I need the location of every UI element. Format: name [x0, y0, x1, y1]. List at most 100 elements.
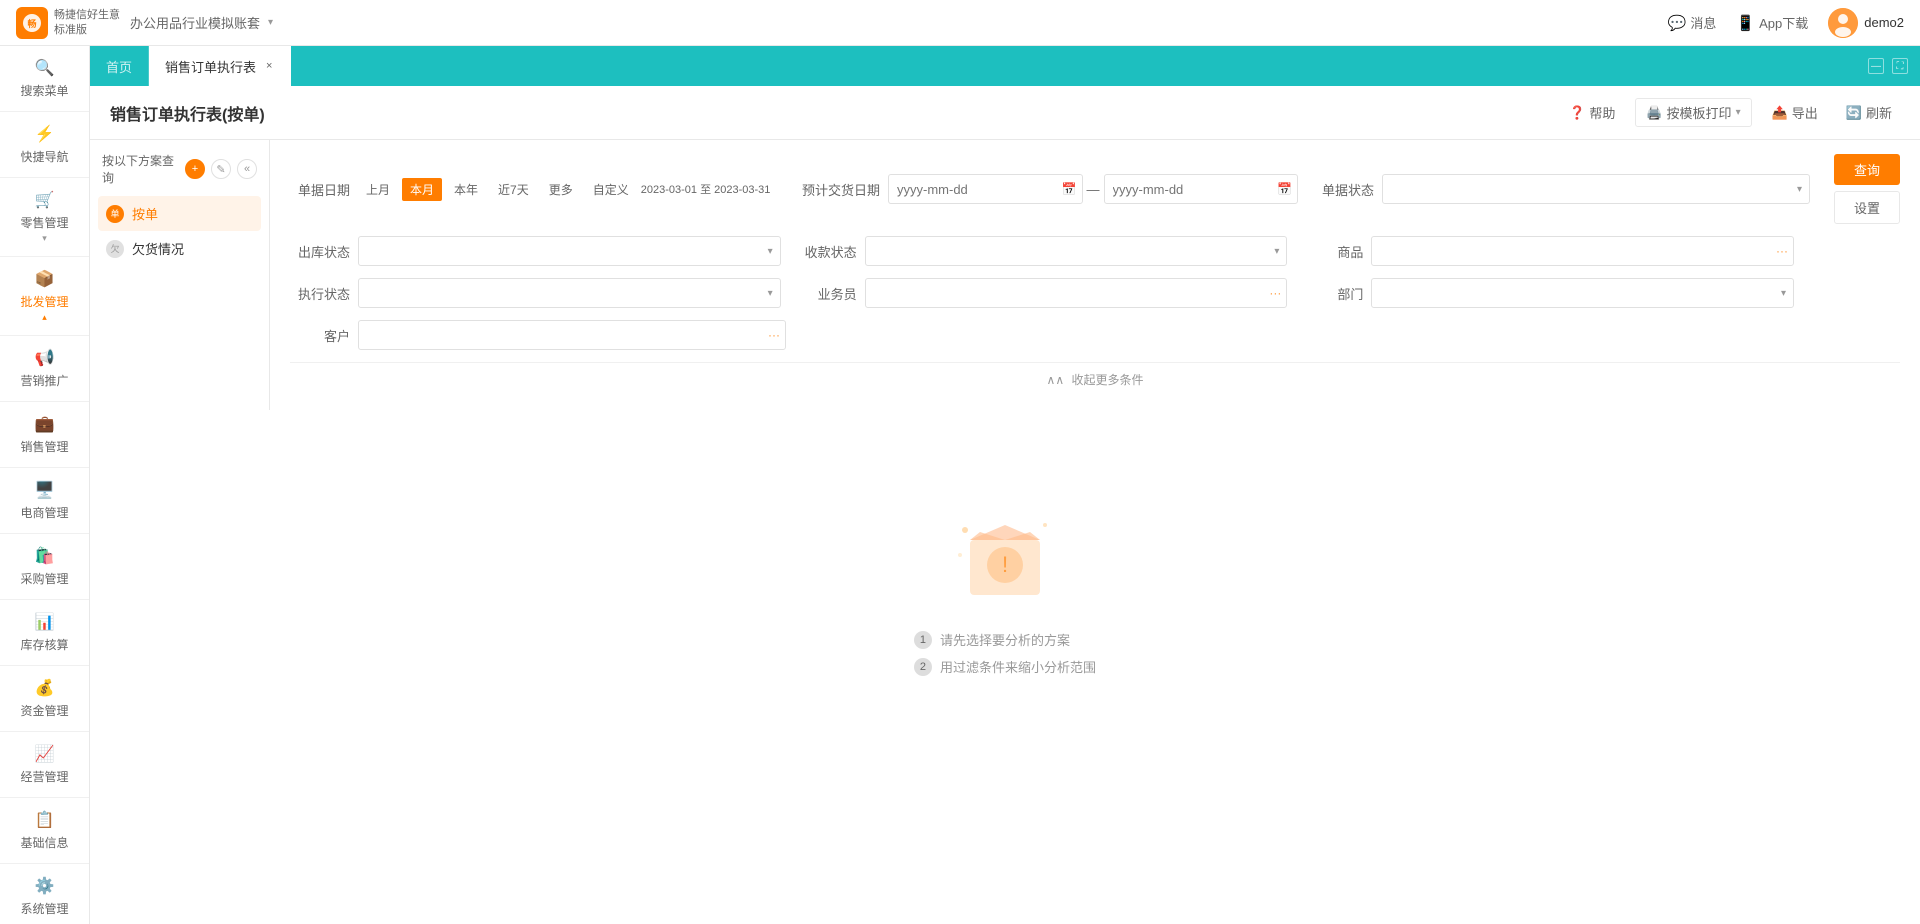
collapse-icon: ∧∧ — [1047, 373, 1065, 387]
nav-item-backorder[interactable]: 欠 欠货情况 — [98, 231, 261, 266]
nav-item-backorder-icon: 欠 — [106, 240, 124, 258]
svg-text:畅: 畅 — [27, 18, 36, 29]
sidebar-item-wholesale[interactable]: 📦 批发管理 ▴ — [0, 257, 89, 336]
app-download-button[interactable]: 📱 App下载 — [1736, 13, 1808, 32]
salesperson-field: 业务员 ··· — [797, 278, 1288, 308]
help-icon: ❓ — [1569, 105, 1585, 121]
refresh-icon: 🔄 — [1846, 105, 1862, 121]
user-name: demo2 — [1864, 15, 1904, 30]
sidebar-item-finance[interactable]: 💰 资金管理 — [0, 666, 89, 732]
sidebar-item-retail[interactable]: 🛒 零售管理 ▾ — [0, 178, 89, 257]
customer-input[interactable] — [358, 320, 786, 350]
sidebar-item-operations[interactable]: 📈 经营管理 — [0, 732, 89, 798]
collection-select[interactable] — [865, 236, 1288, 266]
filter-left-header: 按以下方案查询 + ✎ « — [98, 152, 261, 186]
dept-select[interactable] — [1371, 278, 1794, 308]
tab-spacer — [291, 46, 1856, 86]
tab-home[interactable]: 首页 — [90, 46, 149, 86]
sidebar-item-search[interactable]: 🔍 搜索菜单 — [0, 46, 89, 112]
tab-close-icon[interactable]: × — [264, 58, 274, 74]
customer-more-icon[interactable]: ··· — [768, 328, 780, 342]
export-button[interactable]: 📤 导出 — [1764, 99, 1826, 126]
sidebar-item-inventory[interactable]: 📊 库存核算 — [0, 600, 89, 666]
page-title: 销售订单执行表(按单) — [110, 101, 265, 125]
date-quick-buttons: 上月 本月 本年 近7天 更多 自定义 — [358, 178, 637, 201]
page-content: 销售订单执行表(按单) ❓ 帮助 🖨️ 按模板打印 ▾ 📤 — [90, 86, 1920, 924]
goods-input[interactable] — [1371, 236, 1794, 266]
out-stock-select[interactable] — [358, 236, 781, 266]
customer-field: 客户 ··· — [290, 320, 786, 350]
date-btn-more[interactable]: 更多 — [541, 178, 581, 201]
tab-sales-order[interactable]: 销售订单执行表 × — [149, 46, 291, 86]
add-scheme-button[interactable]: + — [185, 159, 205, 179]
date-btn-last-month[interactable]: 上月 — [358, 178, 398, 201]
filter-left-title: 按以下方案查询 — [102, 152, 185, 186]
logo-area: 畅 畅捷信好生意 标准版 — [16, 7, 120, 39]
goods-more-icon[interactable]: ··· — [1776, 244, 1788, 258]
date-label: 单据日期 — [290, 180, 350, 199]
logo-icon: 畅 — [16, 7, 48, 39]
sidebar-item-sales[interactable]: 💼 销售管理 — [0, 402, 89, 468]
sidebar-item-purchase[interactable]: 🛍️ 采购管理 — [0, 534, 89, 600]
empty-tip-2: 2 用过滤条件来缩小分析范围 — [914, 657, 1096, 676]
tab-bar: 首页 销售订单执行表 × — ⛶ — [90, 46, 1920, 86]
sidebar-item-ecommerce[interactable]: 🖥️ 电商管理 — [0, 468, 89, 534]
collapse-bar[interactable]: ∧∧ 收起更多条件 — [290, 362, 1900, 396]
out-stock-select-wrap: ▾ — [358, 236, 781, 266]
filter-panel-inner: 按以下方案查询 + ✎ « — [90, 140, 1920, 410]
expected-date-field: 预计交货日期 📅 — — [802, 174, 1298, 204]
date-start-wrap: 📅 — [888, 174, 1083, 204]
sidebar-item-basic-info[interactable]: 📋 基础信息 — [0, 798, 89, 864]
sales-icon: 💼 — [35, 414, 55, 434]
date-start-input[interactable] — [888, 174, 1083, 204]
user-avatar-area[interactable]: demo2 — [1828, 8, 1904, 38]
header-left: 畅 畅捷信好生意 标准版 办公用品行业模拟账套 ▾ — [16, 7, 273, 39]
sidebar-item-quicknav[interactable]: ⚡ 快捷导航 — [0, 112, 89, 178]
maximize-button[interactable]: ⛶ — [1892, 58, 1908, 74]
basic-info-icon: 📋 — [35, 810, 55, 830]
content-area: 首页 销售订单执行表 × — ⛶ 销售订单执行表(按单) — [90, 46, 1920, 924]
search-btn-area: 查询 设置 — [1834, 154, 1900, 224]
refresh-button[interactable]: 🔄 刷新 — [1838, 99, 1900, 126]
tip-num-1: 1 — [914, 631, 932, 649]
retail-chevron-icon: ▾ — [42, 233, 47, 244]
date-btn-this-month[interactable]: 本月 — [402, 178, 442, 201]
nav-item-by-order[interactable]: 单 按单 — [98, 196, 261, 231]
collapse-left-button[interactable]: « — [237, 159, 257, 179]
search-button[interactable]: 查询 — [1834, 154, 1900, 185]
out-stock-label: 出库状态 — [290, 242, 350, 261]
exec-status-field: 执行状态 ▾ — [290, 278, 781, 308]
page-inner: 销售订单执行表(按单) ❓ 帮助 🖨️ 按模板打印 ▾ 📤 — [90, 86, 1920, 924]
status-field: 单据状态 ▾ — [1314, 174, 1810, 204]
exec-select[interactable] — [358, 278, 781, 308]
edit-scheme-button[interactable]: ✎ — [211, 159, 231, 179]
marketing-icon: 📢 — [35, 348, 55, 368]
minimize-button[interactable]: — — [1868, 58, 1884, 74]
date-btn-7days[interactable]: 近7天 — [490, 178, 537, 201]
salesperson-label: 业务员 — [797, 284, 857, 303]
logo-text: 畅捷信好生意 标准版 — [54, 8, 120, 37]
salesperson-more-icon[interactable]: ··· — [1269, 286, 1281, 300]
salesperson-input[interactable] — [865, 278, 1288, 308]
print-button[interactable]: 🖨️ 按模板打印 ▾ — [1635, 98, 1751, 127]
breadcrumb-area[interactable]: 办公用品行业模拟账套 ▾ — [130, 13, 273, 32]
date-btn-this-year[interactable]: 本年 — [446, 178, 486, 201]
tab-window-controls: — ⛶ — [1856, 46, 1920, 86]
message-button[interactable]: 💬 消息 — [1668, 13, 1717, 32]
date-range-inputs: 📅 — 📅 — [888, 174, 1298, 204]
sidebar-item-marketing[interactable]: 📢 营销推广 — [0, 336, 89, 402]
ecommerce-icon: 🖥️ — [35, 480, 55, 500]
status-select[interactable] — [1382, 174, 1810, 204]
help-button[interactable]: ❓ 帮助 — [1561, 99, 1623, 126]
search-menu-icon: 🔍 — [35, 58, 55, 78]
filter-right: 单据日期 上月 本月 本年 近7天 更多 自定义 — [270, 140, 1920, 410]
finance-icon: 💰 — [35, 678, 55, 698]
quicknav-icon: ⚡ — [35, 124, 55, 144]
settings-button[interactable]: 设置 — [1834, 191, 1900, 224]
date-btn-custom[interactable]: 自定义 — [585, 178, 637, 201]
purchase-icon: 🛍️ — [35, 546, 55, 566]
date-end-input[interactable] — [1104, 174, 1299, 204]
dept-field: 部门 ▾ — [1303, 278, 1794, 308]
breadcrumb-chevron: ▾ — [268, 17, 273, 28]
sidebar-item-system[interactable]: ⚙️ 系统管理 — [0, 864, 89, 924]
